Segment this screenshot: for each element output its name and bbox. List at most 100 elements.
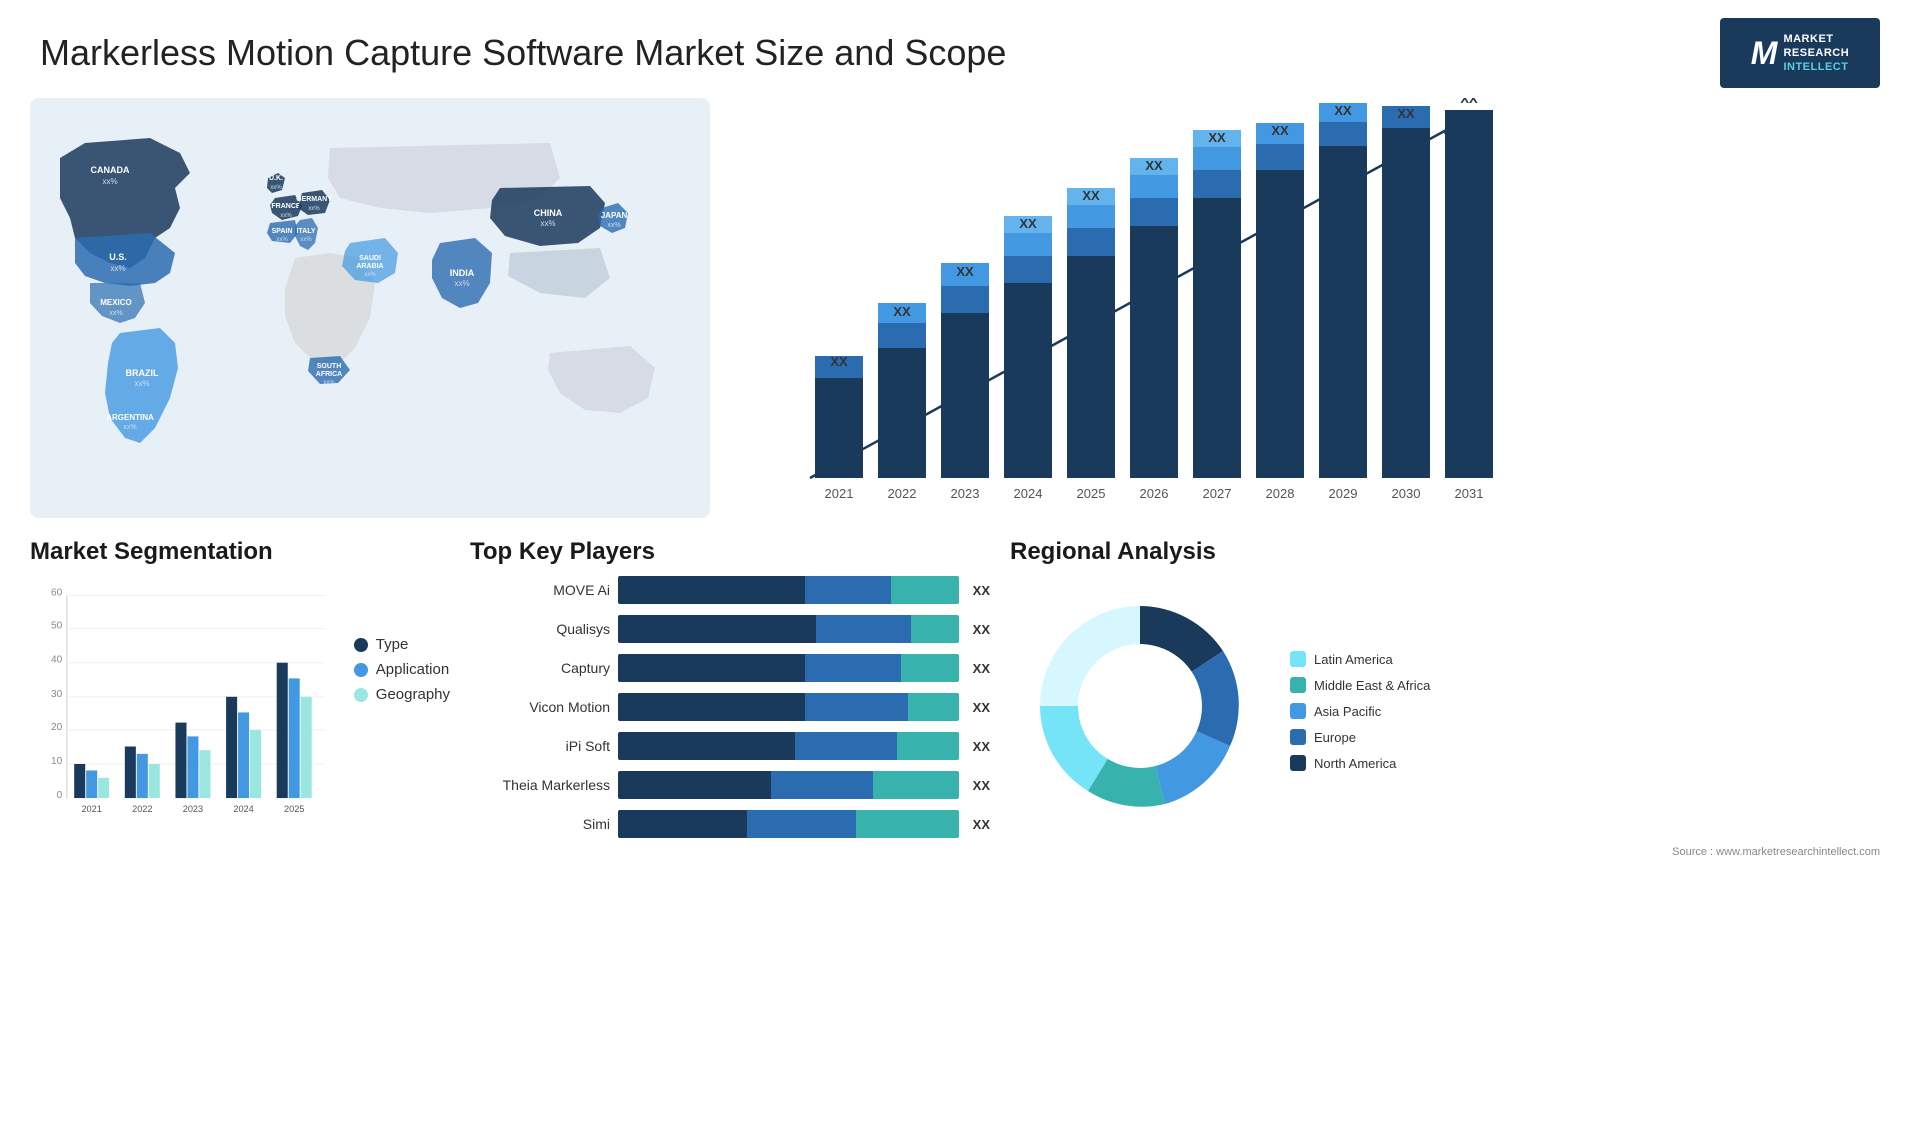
bar-seg2-theia <box>771 771 873 799</box>
svg-text:2031: 2031 <box>1455 486 1484 501</box>
players-bars-container: MOVE Ai XX Qualisys <box>470 576 990 838</box>
legend-item-type: Type <box>354 636 450 653</box>
player-row-captury: Captury XX <box>470 654 990 682</box>
regional-color-asia <box>1290 703 1306 719</box>
player-bar-qualisys <box>618 615 959 643</box>
svg-text:xx%: xx% <box>109 310 122 317</box>
svg-text:ARGENTINA: ARGENTINA <box>106 413 154 422</box>
svg-text:2027: 2027 <box>1203 486 1232 501</box>
regional-legend-mea: Middle East & Africa <box>1290 677 1430 693</box>
svg-text:XX: XX <box>830 354 848 369</box>
svg-text:U.K.: U.K. <box>269 175 283 182</box>
svg-text:xx%: xx% <box>123 424 136 431</box>
svg-text:xx%: xx% <box>110 264 125 273</box>
svg-text:2026: 2026 <box>1140 486 1169 501</box>
regional-label-na: North America <box>1314 756 1396 771</box>
regional-legend: Latin America Middle East & Africa Asia … <box>1290 651 1430 771</box>
regional-title: Regional Analysis <box>1010 538 1890 566</box>
svg-text:XX: XX <box>1334 103 1352 118</box>
regional-legend-na: North America <box>1290 755 1430 771</box>
regional-label-mea: Middle East & Africa <box>1314 678 1430 693</box>
bar-seg3-vicon <box>908 693 959 721</box>
svg-text:xx%: xx% <box>276 237 288 243</box>
svg-text:JAPAN: JAPAN <box>601 211 628 220</box>
svg-text:0: 0 <box>57 790 63 801</box>
legend-dot-application <box>354 663 368 677</box>
svg-text:2030: 2030 <box>1392 486 1421 501</box>
player-name-vicon: Vicon Motion <box>470 699 610 715</box>
legend-item-geography: Geography <box>354 686 450 703</box>
svg-text:XX: XX <box>1397 106 1415 121</box>
player-bar-wrap-ipi <box>618 732 959 760</box>
logo-line2: RESEARCH <box>1783 46 1849 60</box>
world-map-section: CANADA xx% U.S. xx% MEXICO xx% BRAZIL xx… <box>30 98 710 518</box>
svg-text:2022: 2022 <box>888 486 917 501</box>
regional-donut-svg <box>1010 576 1270 836</box>
player-name-moveai: MOVE Ai <box>470 582 610 598</box>
svg-text:XX: XX <box>893 304 911 319</box>
svg-text:2022: 2022 <box>132 804 152 814</box>
regional-color-mea <box>1290 677 1306 693</box>
player-name-theia: Theia Markerless <box>470 777 610 793</box>
svg-text:U.S.: U.S. <box>109 252 127 262</box>
bar-seg3-qualisys <box>911 615 959 643</box>
player-xx-ipi: XX <box>973 739 990 754</box>
player-xx-qualisys: XX <box>973 622 990 637</box>
svg-text:xx%: xx% <box>364 272 376 278</box>
svg-text:xx%: xx% <box>323 380 335 386</box>
source-text: Source : www.marketresearchintellect.com <box>1010 846 1890 858</box>
player-bar-theia <box>618 771 959 799</box>
player-name-ipi: iPi Soft <box>470 738 610 754</box>
svg-text:xx%: xx% <box>308 206 320 212</box>
bottom-row: Market Segmentation 0 10 20 30 40 50 60 <box>0 528 1920 858</box>
svg-text:xx%: xx% <box>270 185 282 191</box>
player-bar-wrap-qualisys <box>618 615 959 643</box>
svg-text:xx%: xx% <box>102 177 117 186</box>
bar-seg1-captury <box>618 654 805 682</box>
svg-text:SPAIN: SPAIN <box>272 228 293 235</box>
bar-seg3-moveai <box>891 576 959 604</box>
svg-text:2025: 2025 <box>284 804 304 814</box>
player-name-qualisys: Qualisys <box>470 621 610 637</box>
regional-legend-asia: Asia Pacific <box>1290 703 1430 719</box>
bar-seg1-qualisys <box>618 615 816 643</box>
segmentation-section: Market Segmentation 0 10 20 30 40 50 60 <box>30 538 450 858</box>
svg-text:2028: 2028 <box>1266 486 1295 501</box>
player-bar-moveai <box>618 576 959 604</box>
page-title: Markerless Motion Capture Software Marke… <box>40 32 1006 74</box>
world-map-svg: CANADA xx% U.S. xx% MEXICO xx% BRAZIL xx… <box>30 98 710 518</box>
segmentation-title: Market Segmentation <box>30 538 450 566</box>
bar-seg2-vicon <box>805 693 907 721</box>
svg-text:SAUDI: SAUDI <box>359 255 381 262</box>
player-xx-captury: XX <box>973 661 990 676</box>
regional-content: Latin America Middle East & Africa Asia … <box>1010 576 1890 836</box>
bar-seg2-moveai <box>805 576 890 604</box>
bar-seg2-ipi <box>795 732 897 760</box>
svg-text:40: 40 <box>51 655 63 666</box>
bar-chart-section: XX XX XX XX XX <box>730 98 1890 518</box>
player-row-simi: Simi XX <box>470 810 990 838</box>
logo-line3: INTELLECT <box>1783 60 1849 74</box>
player-bar-wrap-captury <box>618 654 959 682</box>
bar-chart-svg: XX XX XX XX XX <box>750 98 1500 518</box>
svg-text:XX: XX <box>1460 98 1478 106</box>
svg-text:xx%: xx% <box>300 237 312 243</box>
player-name-simi: Simi <box>470 816 610 832</box>
svg-text:CANADA: CANADA <box>91 165 130 175</box>
player-xx-simi: XX <box>973 817 990 832</box>
bar-seg3-simi <box>856 810 958 838</box>
svg-text:2029: 2029 <box>1329 486 1358 501</box>
regional-label-europe: Europe <box>1314 730 1356 745</box>
player-bar-simi <box>618 810 959 838</box>
logo-letter: M <box>1751 35 1778 72</box>
logo-line1: MARKET <box>1783 32 1849 46</box>
svg-text:XX: XX <box>1082 188 1100 203</box>
player-bar-wrap-theia <box>618 771 959 799</box>
svg-text:2024: 2024 <box>1014 486 1043 501</box>
svg-text:30: 30 <box>51 689 63 700</box>
player-row-theia: Theia Markerless XX <box>470 771 990 799</box>
svg-text:XX: XX <box>1019 216 1037 231</box>
svg-text:GERMANY: GERMANY <box>296 196 332 203</box>
player-row-vicon: Vicon Motion XX <box>470 693 990 721</box>
main-content: CANADA xx% U.S. xx% MEXICO xx% BRAZIL xx… <box>0 98 1920 518</box>
